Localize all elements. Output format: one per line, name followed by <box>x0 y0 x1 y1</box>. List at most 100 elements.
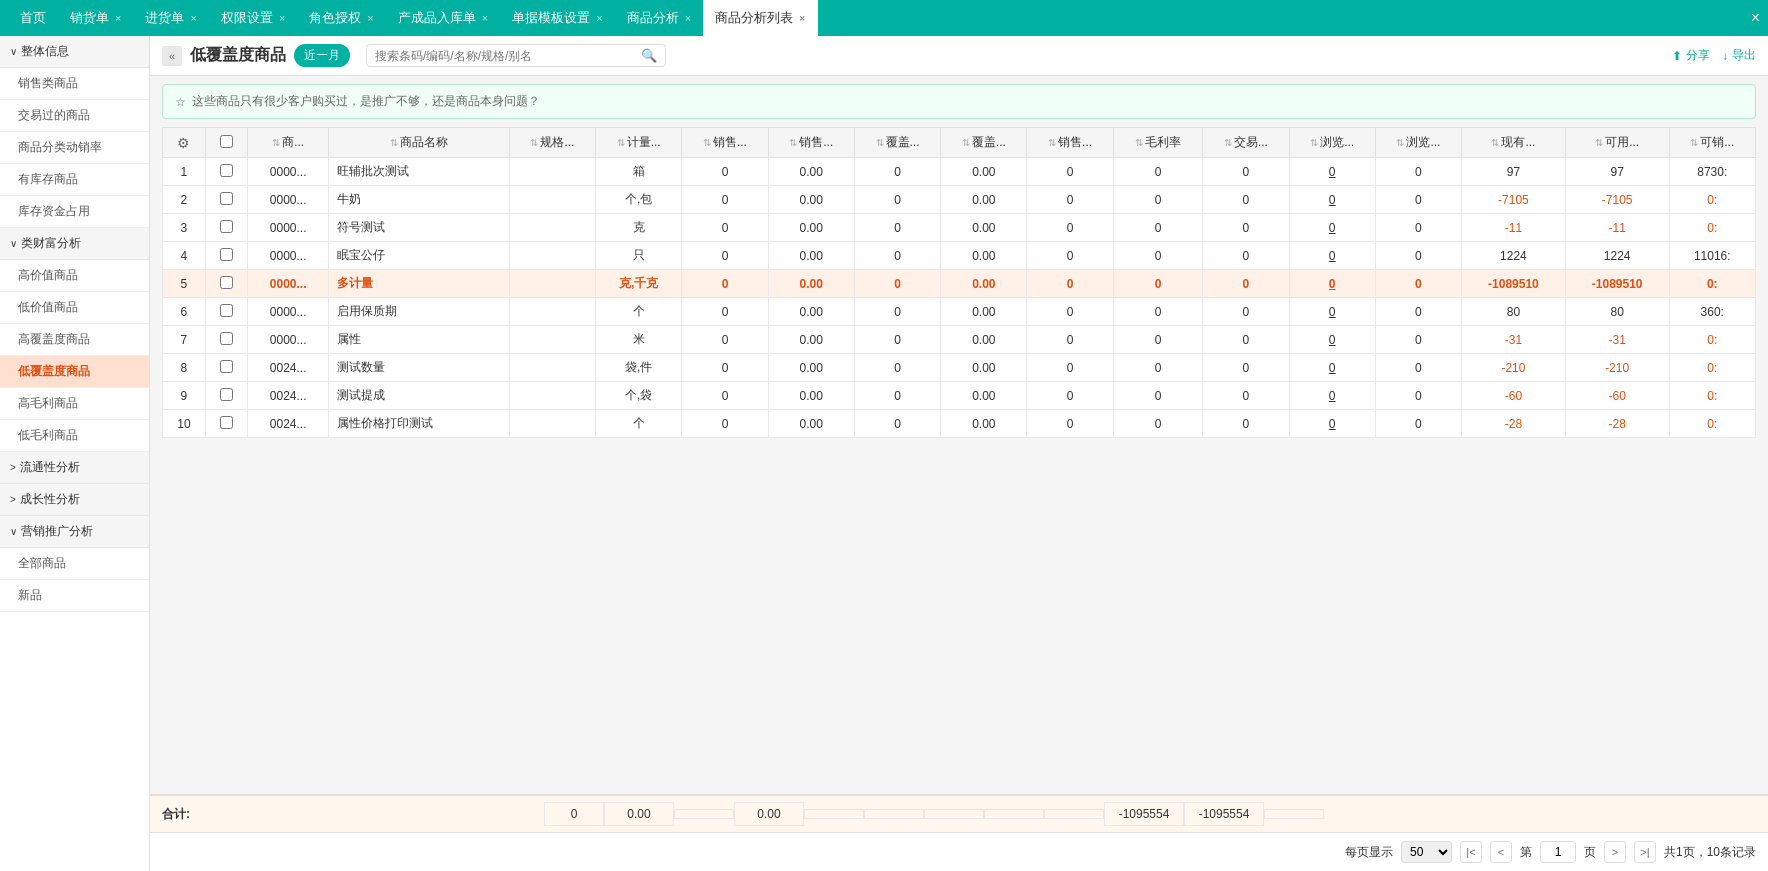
sidebar-section-growth[interactable]: > 成长性分析 <box>0 484 149 516</box>
nav-tab-permissions[interactable]: 权限设置 × <box>209 0 297 36</box>
search-box[interactable]: 🔍 <box>366 44 666 67</box>
row-browse1[interactable]: 0 <box>1289 242 1375 270</box>
row-checkbox[interactable] <box>205 186 247 214</box>
row-browse1[interactable]: 0 <box>1289 326 1375 354</box>
collapse-sidebar-button[interactable]: « <box>162 46 182 66</box>
row-code: 0000... <box>248 242 329 270</box>
cover2-col-header[interactable]: ⇅覆盖... <box>941 128 1027 158</box>
export-button[interactable]: ↓ 导出 <box>1722 47 1756 64</box>
unit-col-header[interactable]: ⇅计量... <box>596 128 682 158</box>
sales-amt-col-header[interactable]: ⇅销售... <box>768 128 854 158</box>
sidebar-item-low-value[interactable]: 低价值商品 <box>0 292 149 324</box>
share-button[interactable]: ⬆ 分享 <box>1672 47 1710 64</box>
row-browse1[interactable]: 0 <box>1289 354 1375 382</box>
products-table: ⚙ ⇅商... ⇅商品名称 ⇅规格... ⇅计量... ⇅销售... ⇅销售..… <box>162 127 1756 438</box>
sidebar-item-all-products[interactable]: 全部商品 <box>0 548 149 580</box>
row-checkbox[interactable] <box>205 270 247 298</box>
nav-tab-sales[interactable]: 销货单 × <box>58 0 133 36</box>
prev-page-button[interactable]: < <box>1490 841 1512 863</box>
row-checkbox[interactable] <box>205 158 247 186</box>
row-browse1[interactable]: 0 <box>1289 214 1375 242</box>
row-browse1[interactable]: 0 <box>1289 158 1375 186</box>
sidebar-item-low-coverage[interactable]: 低覆盖度商品 <box>0 356 149 388</box>
sidebar-item-stock-capital[interactable]: 库存资金占用 <box>0 196 149 228</box>
sidebar-item-high-value[interactable]: 高价值商品 <box>0 260 149 292</box>
page-size-select[interactable]: 50 10 20 100 <box>1401 841 1452 863</box>
next-page-button[interactable]: > <box>1604 841 1626 863</box>
first-page-button[interactable]: |< <box>1460 841 1482 863</box>
table-row: 5 0000... 多计量 克,千克 0 0.00 0 0.00 0 0 0 0… <box>163 270 1756 298</box>
gross-col-header[interactable]: ⇅毛利率 <box>1113 128 1203 158</box>
row-spec <box>509 382 595 410</box>
sales3-col-header[interactable]: ⇅销售... <box>1027 128 1113 158</box>
close-permissions-tab[interactable]: × <box>279 12 285 24</box>
sidebar-section-wealth[interactable]: ∨ 类财富分析 <box>0 228 149 260</box>
settings-icon[interactable]: ⚙ <box>177 135 190 151</box>
close-analysis-tab[interactable]: × <box>685 12 691 24</box>
row-checkbox[interactable] <box>205 410 247 438</box>
usable-col-header[interactable]: ⇅可用... <box>1565 128 1669 158</box>
sidebar-section-circulation[interactable]: > 流通性分析 <box>0 452 149 484</box>
sidebar-item-sales-products[interactable]: 销售类商品 <box>0 68 149 100</box>
close-template-tab[interactable]: × <box>596 12 602 24</box>
row-cover1: 0 <box>854 270 940 298</box>
row-browse1[interactable]: 0 <box>1289 270 1375 298</box>
row-unit: 个,包 <box>596 186 682 214</box>
close-roles-tab[interactable]: × <box>367 12 373 24</box>
row-browse1[interactable]: 0 <box>1289 186 1375 214</box>
row-checkbox[interactable] <box>205 382 247 410</box>
table-container[interactable]: ⚙ ⇅商... ⇅商品名称 ⇅规格... ⇅计量... ⇅销售... ⇅销售..… <box>162 127 1756 794</box>
browse1-col-header[interactable]: ⇅浏览... <box>1289 128 1375 158</box>
row-checkbox[interactable] <box>205 242 247 270</box>
nav-tab-roles[interactable]: 角色授权 × <box>297 0 385 36</box>
close-sales-tab[interactable]: × <box>115 12 121 24</box>
row-browse2: 0 <box>1375 410 1461 438</box>
nav-tab-analysis-list[interactable]: 商品分析列表 × <box>703 0 817 36</box>
nav-tab-warehouse[interactable]: 产成品入库单 × <box>386 0 500 36</box>
row-cover2: 0.00 <box>941 382 1027 410</box>
last-page-button[interactable]: >| <box>1634 841 1656 863</box>
sellable-col-header[interactable]: ⇅可销... <box>1669 128 1756 158</box>
cover1-col-header[interactable]: ⇅覆盖... <box>854 128 940 158</box>
sales-qty-col-header[interactable]: ⇅销售... <box>682 128 768 158</box>
nav-tab-template[interactable]: 单据模板设置 × <box>500 0 614 36</box>
sidebar-item-low-margin[interactable]: 低毛利商品 <box>0 420 149 452</box>
row-checkbox[interactable] <box>205 298 247 326</box>
close-purchase-tab[interactable]: × <box>190 12 196 24</box>
current-col-header[interactable]: ⇅现有... <box>1462 128 1566 158</box>
select-all-checkbox[interactable] <box>220 135 233 148</box>
row-browse1[interactable]: 0 <box>1289 298 1375 326</box>
trans-col-header[interactable]: ⇅交易... <box>1203 128 1289 158</box>
nav-tab-home[interactable]: 首页 <box>8 0 58 36</box>
sidebar-item-high-coverage[interactable]: 高覆盖度商品 <box>0 324 149 356</box>
spec-col-header[interactable]: ⇅规格... <box>509 128 595 158</box>
window-close-button[interactable]: × <box>1751 9 1760 27</box>
close-analysis-list-tab[interactable]: × <box>799 12 805 24</box>
row-unit: 只 <box>596 242 682 270</box>
search-input[interactable] <box>375 49 641 63</box>
row-checkbox[interactable] <box>205 326 247 354</box>
nav-tab-purchase[interactable]: 进货单 × <box>133 0 208 36</box>
checkbox-col-header[interactable] <box>205 128 247 158</box>
code-col-header[interactable]: ⇅商... <box>248 128 329 158</box>
sidebar-item-traded-products[interactable]: 交易过的商品 <box>0 100 149 132</box>
row-checkbox[interactable] <box>205 354 247 382</box>
settings-col-header[interactable]: ⚙ <box>163 128 206 158</box>
sidebar-section-overall[interactable]: ∨ 整体信息 <box>0 36 149 68</box>
row-browse1[interactable]: 0 <box>1289 410 1375 438</box>
sidebar-item-new-products[interactable]: 新品 <box>0 580 149 612</box>
row-browse1[interactable]: 0 <box>1289 382 1375 410</box>
close-warehouse-tab[interactable]: × <box>482 12 488 24</box>
sidebar-item-stock-products[interactable]: 有库存商品 <box>0 164 149 196</box>
browse2-col-header[interactable]: ⇅浏览... <box>1375 128 1461 158</box>
period-button[interactable]: 近一月 <box>294 44 350 67</box>
row-checkbox[interactable] <box>205 214 247 242</box>
sidebar-item-category-rate[interactable]: 商品分类动销率 <box>0 132 149 164</box>
page-number-input[interactable] <box>1540 841 1576 863</box>
sidebar-item-high-margin[interactable]: 高毛利商品 <box>0 388 149 420</box>
nav-tab-analysis[interactable]: 商品分析 × <box>615 0 703 36</box>
name-col-header[interactable]: ⇅商品名称 <box>329 128 510 158</box>
sidebar-section-marketing[interactable]: ∨ 营销推广分析 <box>0 516 149 548</box>
row-spec <box>509 326 595 354</box>
row-code: 0000... <box>248 158 329 186</box>
